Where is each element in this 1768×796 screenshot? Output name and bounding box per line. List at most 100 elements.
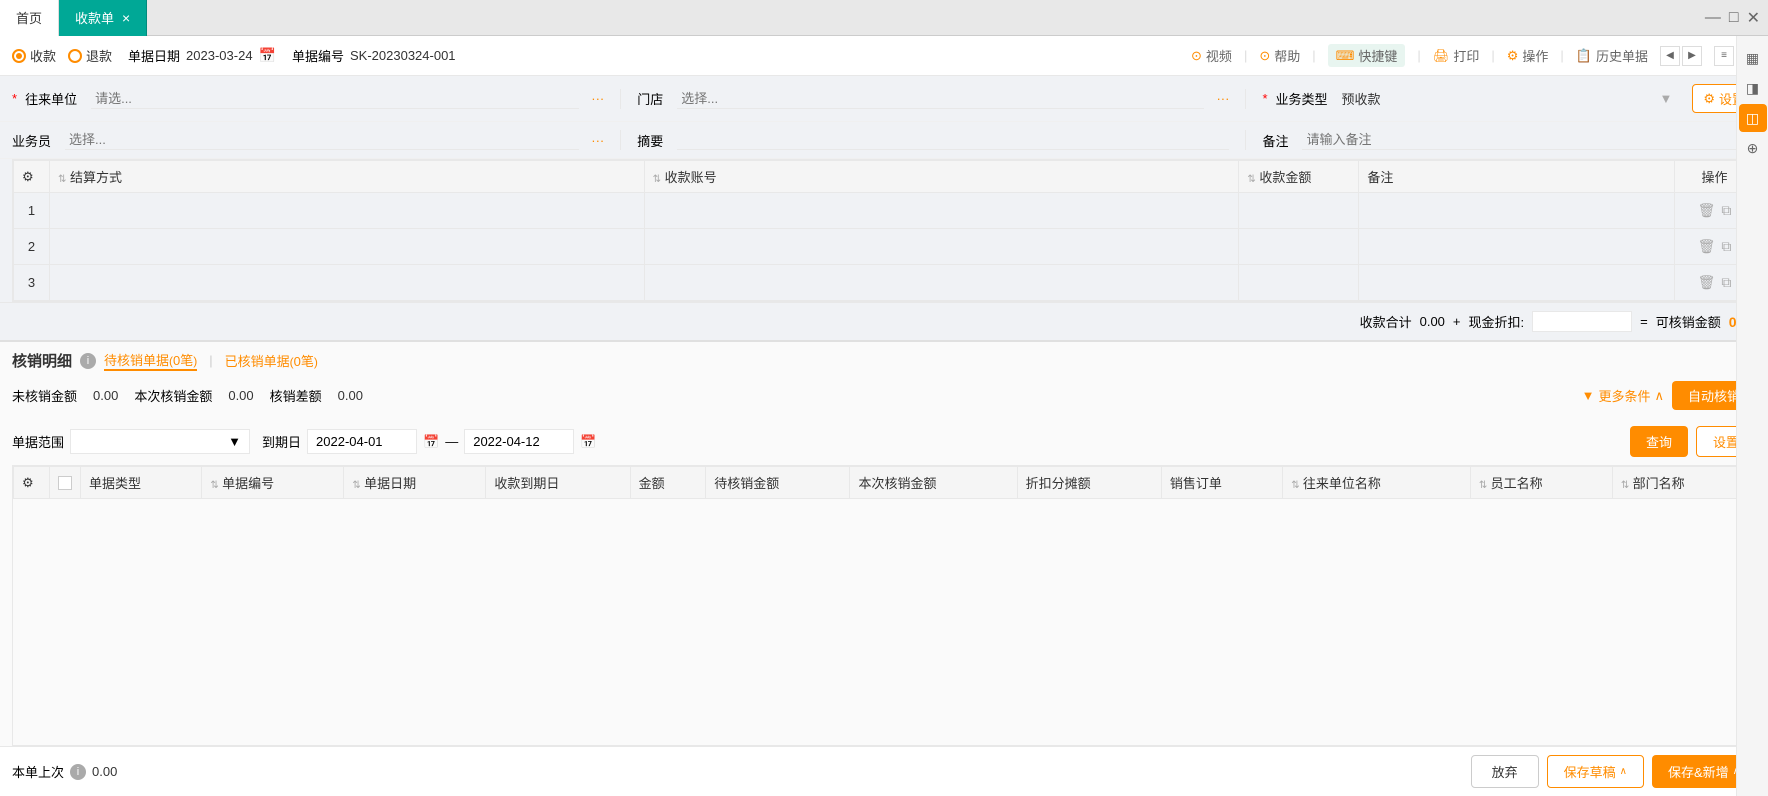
- bth-staff-label: 员工名称: [1491, 476, 1543, 491]
- help-btn[interactable]: ⊙ 帮助: [1259, 46, 1300, 65]
- sidebar-icon-table[interactable]: ▦: [1739, 44, 1767, 72]
- remark-label: 备注: [1262, 131, 1288, 150]
- tab-bar: 首页 收款单 × — □ ✕: [0, 0, 1768, 36]
- prev-arrow[interactable]: ◀: [1660, 46, 1680, 66]
- remark-cell[interactable]: [1359, 265, 1675, 301]
- operation-icon: ⚙: [1507, 48, 1519, 64]
- operation-btn[interactable]: ⚙ 操作: [1507, 46, 1549, 65]
- th-amount-label: 收款金额: [1259, 170, 1311, 185]
- chevron-up-icon: ∧: [1654, 388, 1664, 404]
- table-row: 1 🗑 ⧉: [14, 193, 1755, 229]
- radio-receipt[interactable]: 收款: [12, 46, 56, 65]
- unchecked-value: 0.00: [93, 388, 118, 403]
- verification-table: ⚙ 单据类型 ⇅ 单据编号: [13, 466, 1755, 499]
- settlement-cell[interactable]: [50, 193, 645, 229]
- amount-cell[interactable]: [1239, 229, 1359, 265]
- account-cell[interactable]: [644, 229, 1239, 265]
- delete-row-icon[interactable]: 🗑: [1698, 202, 1716, 219]
- delete-row-icon[interactable]: 🗑: [1698, 238, 1716, 255]
- sidebar-icon-panel[interactable]: ◨: [1739, 74, 1767, 102]
- party-ellipsis[interactable]: ···: [591, 91, 604, 106]
- calendar-from-icon[interactable]: 📅: [423, 434, 439, 450]
- copy-row-icon[interactable]: ⧉: [1721, 274, 1731, 291]
- settlement-cell[interactable]: [50, 229, 645, 265]
- biz-type-dropdown[interactable]: ▼: [1659, 91, 1672, 106]
- staff-input[interactable]: [65, 130, 579, 150]
- range-select[interactable]: ▼: [70, 429, 250, 454]
- select-all-checkbox[interactable]: [58, 476, 72, 490]
- settlement-cell[interactable]: [50, 265, 645, 301]
- dropdown-icon: ▼: [228, 434, 241, 449]
- remark-cell[interactable]: [1359, 193, 1675, 229]
- discount-input[interactable]: [1532, 311, 1632, 332]
- done-tab[interactable]: 已核销单据(0笔): [225, 351, 318, 370]
- print-btn[interactable]: 🖨 打印: [1433, 46, 1480, 65]
- bth-party-label: 往来单位名称: [1303, 476, 1381, 491]
- summary-input[interactable]: [677, 130, 1229, 150]
- tab-receipt[interactable]: 收款单 ×: [59, 0, 147, 36]
- copy-row-icon[interactable]: ⧉: [1721, 238, 1731, 255]
- list-view-btn[interactable]: ≡: [1714, 46, 1734, 66]
- radio-receipt-dot: [12, 49, 26, 63]
- date-range-group: 到期日 📅 — 📅: [262, 429, 596, 454]
- footer-info-icon[interactable]: i: [70, 764, 86, 780]
- bth-number-label: 单据编号: [222, 476, 274, 491]
- sidebar-icon-link[interactable]: ⊕: [1739, 134, 1767, 162]
- query-btn[interactable]: 查询: [1630, 426, 1688, 457]
- bth-settings[interactable]: ⚙: [14, 467, 50, 499]
- th-settings[interactable]: ⚙: [14, 161, 50, 193]
- calendar-to-icon[interactable]: 📅: [580, 434, 596, 450]
- minimize-btn[interactable]: —: [1705, 9, 1721, 27]
- bth-number: ⇅ 单据编号: [202, 467, 344, 499]
- bth-current: 本次核销金额: [850, 467, 1017, 499]
- right-sidebar: ▦ ◨ ◫ ⊕: [1736, 36, 1768, 796]
- video-btn[interactable]: ⊙ 视频: [1191, 46, 1232, 65]
- staff-ellipsis[interactable]: ···: [591, 133, 604, 148]
- maximize-btn[interactable]: □: [1729, 9, 1739, 27]
- calendar-icon[interactable]: 📅: [259, 47, 276, 64]
- date-to-input[interactable]: [464, 429, 574, 454]
- radio-refund[interactable]: 退款: [68, 46, 112, 65]
- account-cell[interactable]: [644, 265, 1239, 301]
- receipt-type-group: 收款 退款: [12, 46, 112, 65]
- pending-tab[interactable]: 待核销单据(0笔): [104, 350, 197, 371]
- copy-row-icon[interactable]: ⧉: [1721, 202, 1731, 219]
- staff-label: 业务员: [12, 131, 51, 150]
- next-arrow[interactable]: ▶: [1682, 46, 1702, 66]
- tab-close-icon[interactable]: ×: [122, 10, 130, 26]
- total-value: 0.00: [1420, 314, 1445, 329]
- delete-row-icon[interactable]: 🗑: [1698, 274, 1716, 291]
- amount-cell[interactable]: [1239, 193, 1359, 229]
- footer-right: 放弃 保存草稿 ∧ 保存&新增 ∧: [1471, 755, 1756, 788]
- more-conditions-btn[interactable]: ▼ 更多条件 ∧: [1582, 386, 1664, 405]
- shop-ellipsis[interactable]: ···: [1216, 91, 1229, 106]
- info-icon[interactable]: i: [80, 353, 96, 369]
- bth-checkbox: [50, 467, 81, 499]
- party-input[interactable]: [91, 89, 579, 109]
- close-window-btn[interactable]: ✕: [1747, 8, 1760, 28]
- next-label: 本单上次: [12, 762, 64, 781]
- date-value[interactable]: 2023-03-24: [186, 48, 253, 63]
- party-label: 往来单位: [25, 89, 77, 108]
- due-date-label: 到期日: [262, 432, 301, 451]
- history-btn[interactable]: 📋 历史单据: [1576, 46, 1648, 65]
- account-cell[interactable]: [644, 193, 1239, 229]
- shop-input[interactable]: [677, 89, 1204, 109]
- save-draft-btn[interactable]: 保存草稿 ∧: [1547, 755, 1644, 788]
- shop-label: 门店: [637, 89, 663, 108]
- party-group: * 往来单位 ···: [12, 89, 604, 109]
- form-row-1: * 往来单位 ··· 门店 ··· * 业务类型 预收款 ▼ ⚙ 设置: [0, 76, 1768, 122]
- amount-cell[interactable]: [1239, 265, 1359, 301]
- abandon-btn[interactable]: 放弃: [1471, 755, 1539, 788]
- sidebar-icon-active[interactable]: ◫: [1739, 104, 1767, 132]
- date-from-input[interactable]: [307, 429, 417, 454]
- bth-party: ⇅ 往来单位名称: [1283, 467, 1471, 499]
- remark-input[interactable]: [1302, 130, 1756, 150]
- tab-home[interactable]: 首页: [0, 0, 59, 36]
- current-label: 本次核销金额: [134, 386, 212, 405]
- shop-group: 门店 ···: [637, 89, 1229, 109]
- bth-due-date: 收款到期日: [486, 467, 630, 499]
- remark-cell[interactable]: [1359, 229, 1675, 265]
- number-field: 单据编号 SK-20230324-001: [292, 46, 456, 65]
- shortcut-btn[interactable]: ⌨ 快捷键: [1328, 44, 1406, 67]
